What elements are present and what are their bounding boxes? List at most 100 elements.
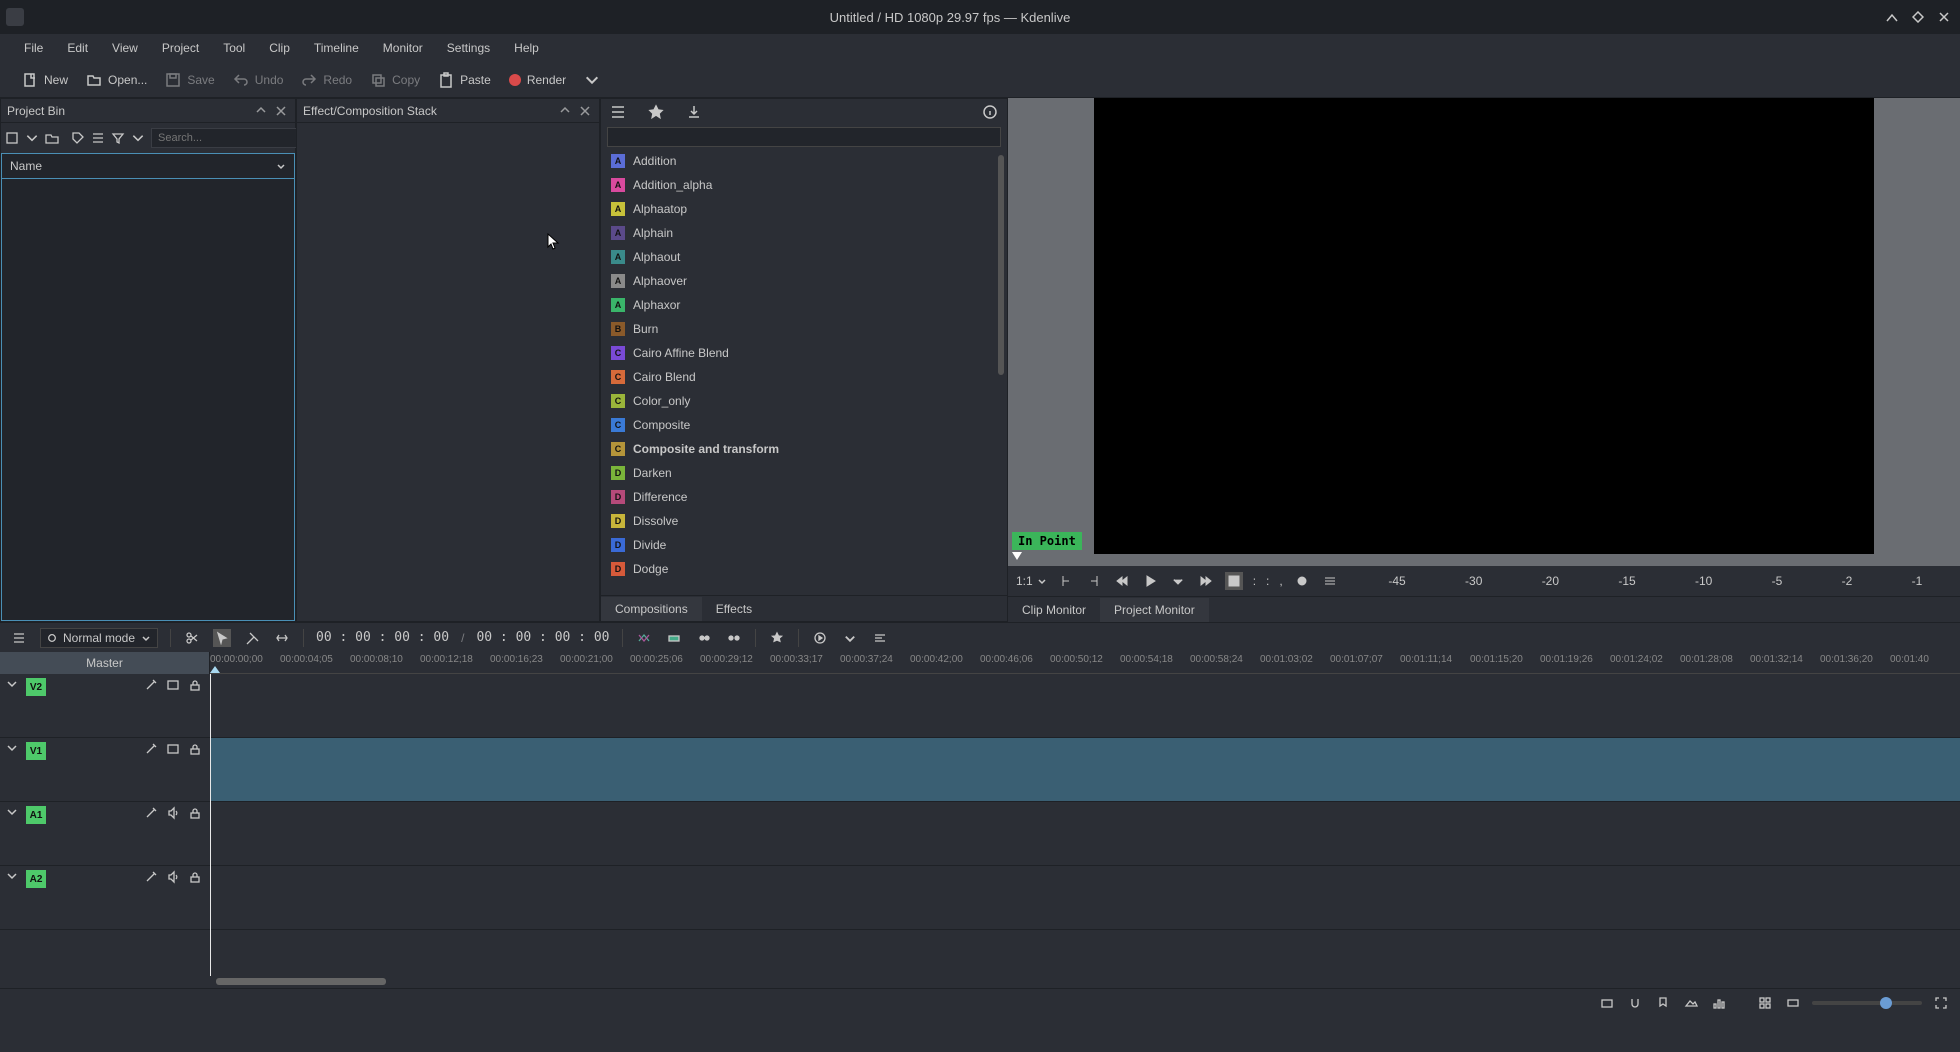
zoom-thumb[interactable] — [1880, 997, 1892, 1009]
minimize-button[interactable] — [1882, 7, 1902, 27]
effect-item[interactable]: CColor_only — [601, 389, 1007, 413]
menu-monitor[interactable]: Monitor — [371, 37, 435, 59]
show-marker-icon[interactable] — [1654, 994, 1672, 1012]
track-header[interactable]: V1 — [0, 738, 210, 802]
show-thumbs-icon[interactable] — [1682, 994, 1700, 1012]
effect-item[interactable]: DDarken — [601, 461, 1007, 485]
zone-out-icon[interactable] — [1085, 572, 1103, 590]
menu-timeline[interactable]: Timeline — [302, 37, 371, 59]
effect-item[interactable]: CCairo Affine Blend — [601, 341, 1007, 365]
tab-compositions[interactable]: Compositions — [601, 597, 702, 621]
effect-item[interactable]: AAlphaover — [601, 269, 1007, 293]
zone-in-icon[interactable] — [1057, 572, 1075, 590]
track-mute-icon[interactable] — [166, 806, 182, 822]
loop-icon[interactable] — [1293, 572, 1311, 590]
show-audio-icon[interactable] — [1710, 994, 1728, 1012]
tool-spacer-icon[interactable] — [273, 629, 291, 647]
save-button[interactable]: Save — [165, 72, 214, 88]
timeline-scrollbar[interactable] — [210, 976, 1960, 988]
tool-scissors-icon[interactable] — [183, 629, 201, 647]
track-header[interactable]: V2 — [0, 674, 210, 738]
track-effects-icon[interactable] — [144, 870, 160, 886]
menu-icon[interactable] — [1321, 572, 1339, 590]
scrollbar-thumb[interactable] — [216, 978, 386, 985]
effect-item[interactable]: AAddition — [601, 149, 1007, 173]
settings-icon[interactable] — [871, 629, 889, 647]
play-dropdown-icon[interactable] — [1169, 572, 1187, 590]
bin-search-input[interactable] — [151, 128, 307, 148]
menu-edit[interactable]: Edit — [55, 37, 100, 59]
track-effects-icon[interactable] — [144, 742, 160, 758]
tag-icon[interactable] — [71, 129, 85, 147]
bin-body[interactable] — [1, 179, 295, 621]
track-lane[interactable] — [210, 802, 1960, 866]
menu-view[interactable]: View — [100, 37, 150, 59]
zoom-select[interactable]: 1:1 — [1016, 574, 1047, 588]
fit-zoom-icon[interactable] — [1784, 994, 1802, 1012]
favorites-icon[interactable] — [647, 103, 665, 121]
new-button[interactable]: New — [22, 72, 68, 88]
effect-item[interactable]: BBurn — [601, 317, 1007, 341]
snap-icon[interactable] — [1626, 994, 1644, 1012]
paste-button[interactable]: Paste — [438, 72, 491, 88]
effect-item[interactable]: DDissolve — [601, 509, 1007, 533]
menu-tool[interactable]: Tool — [211, 37, 257, 59]
monitor-playhead-icon[interactable] — [1012, 552, 1022, 560]
tool-select-icon[interactable] — [213, 629, 231, 647]
track-expand-icon[interactable] — [6, 678, 20, 692]
filter-dropdown-icon[interactable] — [131, 129, 145, 147]
add-clip-icon[interactable] — [5, 129, 19, 147]
tab-clip-monitor[interactable]: Clip Monitor — [1008, 598, 1100, 622]
track-hide-icon[interactable] — [166, 678, 182, 694]
track-mute-icon[interactable] — [166, 870, 182, 886]
track-effects-icon[interactable] — [144, 678, 160, 694]
list-icon[interactable] — [91, 129, 105, 147]
track-expand-icon[interactable] — [6, 870, 20, 884]
panel-float-icon[interactable] — [557, 103, 573, 119]
info-icon[interactable] — [981, 103, 999, 121]
undo-button[interactable]: Undo — [233, 72, 284, 88]
redo-button[interactable]: Redo — [301, 72, 352, 88]
favorite-effects-icon[interactable] — [768, 629, 786, 647]
track-menu-icon[interactable] — [10, 629, 28, 647]
menu-clip[interactable]: Clip — [257, 37, 302, 59]
fullscreen-icon[interactable] — [1932, 994, 1950, 1012]
timecode-position[interactable]: 00 : 00 : 00 : 00 — [316, 630, 449, 645]
effect-item[interactable]: DDivide — [601, 533, 1007, 557]
track-header[interactable]: A1 — [0, 802, 210, 866]
panel-float-icon[interactable] — [253, 103, 269, 119]
preview-render-icon[interactable] — [811, 629, 829, 647]
effect-item[interactable]: AAlphaxor — [601, 293, 1007, 317]
insert-zone-icon[interactable] — [665, 629, 683, 647]
copy-button[interactable]: Copy — [370, 72, 420, 88]
status-icon-1[interactable] — [1598, 994, 1616, 1012]
overwrite-zone-icon[interactable] — [695, 629, 713, 647]
mix-icon[interactable] — [635, 629, 653, 647]
effects-search-input[interactable] — [607, 127, 1001, 147]
track-lane[interactable] — [210, 866, 1960, 930]
preview-dropdown-icon[interactable] — [841, 629, 859, 647]
effects-scrollbar[interactable] — [998, 155, 1004, 375]
effects-list[interactable]: AAdditionAAddition_alphaAAlphaatop AAlpha… — [601, 149, 1007, 595]
play-icon[interactable] — [1141, 572, 1159, 590]
tab-effects[interactable]: Effects — [702, 597, 766, 621]
forward-icon[interactable] — [1197, 572, 1215, 590]
track-hide-icon[interactable] — [166, 742, 182, 758]
effect-item[interactable]: AAddition_alpha — [601, 173, 1007, 197]
track-lane[interactable] — [210, 738, 1960, 802]
tool-razor-icon[interactable] — [243, 629, 261, 647]
download-icon[interactable] — [685, 103, 703, 121]
menu-project[interactable]: Project — [150, 37, 211, 59]
edit-mode-select[interactable]: Normal mode — [40, 628, 158, 648]
effect-item[interactable]: CComposite — [601, 413, 1007, 437]
master-track-header[interactable]: Master — [0, 652, 210, 674]
edit-mode-icon[interactable] — [1225, 572, 1243, 590]
bin-column-header[interactable]: Name — [1, 153, 295, 179]
effect-item[interactable]: CCairo Blend — [601, 365, 1007, 389]
effect-item[interactable]: AAlphaatop — [601, 197, 1007, 221]
track-header[interactable]: A2 — [0, 866, 210, 930]
effect-item[interactable]: DDifference — [601, 485, 1007, 509]
track-lock-icon[interactable] — [188, 742, 204, 758]
playhead-line[interactable] — [210, 674, 211, 976]
menu-file[interactable]: File — [12, 37, 55, 59]
